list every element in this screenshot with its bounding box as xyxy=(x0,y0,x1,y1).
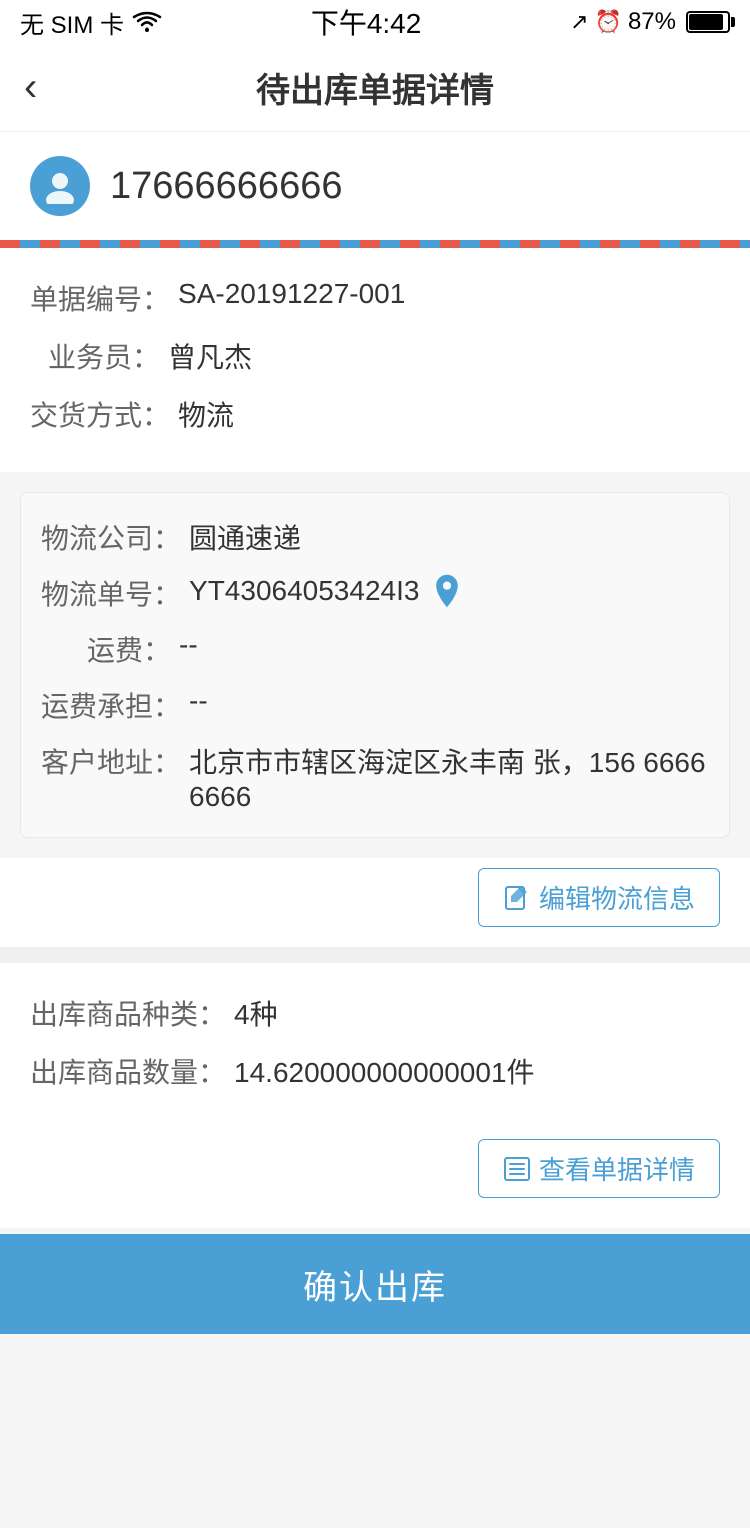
status-right: ↗ ⏰ 87% xyxy=(570,8,730,36)
freight-bearer-row: 运费承担： -- xyxy=(41,685,709,725)
freight-bearer-label: 运费承担： xyxy=(41,685,181,725)
edit-icon xyxy=(503,884,531,912)
tracking-number-label: 物流单号： xyxy=(41,573,181,613)
status-bar: 无 SIM 卡 下午4:42 ↗ ⏰ 87% xyxy=(0,0,750,44)
edit-logistics-button[interactable]: 编辑物流信息 xyxy=(478,868,720,927)
alarm-icon: ⏰ xyxy=(595,9,622,35)
freight-value: -- xyxy=(179,629,709,661)
page-title: 待出库单据详情 xyxy=(256,63,494,112)
address-value: 北京市市辖区海淀区永丰南 张，156 6666 6666 xyxy=(189,741,709,813)
list-icon xyxy=(503,1155,531,1183)
edit-logistics-area: 编辑物流信息 xyxy=(0,858,750,947)
delivery-label: 交货方式： xyxy=(30,394,170,434)
document-info-section: 单据编号： SA-20191227-001 业务员： 曾凡杰 交货方式： 物流 xyxy=(0,248,750,472)
goods-types-label: 出库商品种类： xyxy=(30,993,226,1033)
battery-icon xyxy=(686,11,730,33)
edit-logistics-label: 编辑物流信息 xyxy=(539,879,695,916)
goods-types-row: 出库商品种类： 4种 xyxy=(30,993,720,1033)
salesperson-value: 曾凡杰 xyxy=(168,336,720,376)
avatar xyxy=(30,156,90,216)
goods-types-value: 4种 xyxy=(234,993,720,1033)
freight-label: 运费： xyxy=(41,629,171,669)
location-arrow-icon: ↗ xyxy=(570,9,588,35)
status-left: 无 SIM 卡 xyxy=(20,5,162,40)
carrier-label: 无 SIM 卡 xyxy=(20,5,124,40)
battery-percent: 87% xyxy=(628,8,676,36)
goods-quantity-label: 出库商品数量： xyxy=(30,1051,226,1091)
salesperson-label: 业务员： xyxy=(30,336,160,376)
logistics-company-label: 物流公司： xyxy=(41,517,181,557)
delivery-method-row: 交货方式： 物流 xyxy=(30,394,720,434)
logistics-card: 物流公司： 圆通速递 物流单号： YT43064053424I3 运费： -- … xyxy=(20,492,730,838)
address-row: 客户地址： 北京市市辖区海淀区永丰南 张，156 6666 6666 xyxy=(41,741,709,813)
salesperson-row: 业务员： 曾凡杰 xyxy=(30,336,720,376)
tracking-number-value: YT43064053424I3 xyxy=(189,575,419,607)
view-detail-label: 查看单据详情 xyxy=(539,1150,695,1187)
doc-number-value: SA-20191227-001 xyxy=(178,278,720,310)
doc-number-label: 单据编号： xyxy=(30,278,170,318)
address-label: 客户地址： xyxy=(41,741,181,781)
section-divider xyxy=(0,947,750,963)
nav-bar: ‹ 待出库单据详情 xyxy=(0,44,750,132)
tracking-number-row: 物流单号： YT43064053424I3 xyxy=(41,573,709,613)
doc-number-row: 单据编号： SA-20191227-001 xyxy=(30,278,720,318)
location-pin-icon[interactable] xyxy=(429,573,465,609)
dashed-divider xyxy=(0,240,750,248)
confirm-button-bar[interactable]: 确认出库 xyxy=(0,1234,750,1334)
goods-quantity-row: 出库商品数量： 14.620000000000001件 xyxy=(30,1051,720,1091)
phone-card: 17666666666 xyxy=(0,132,750,240)
wifi-icon xyxy=(132,11,162,33)
logistics-company-row: 物流公司： 圆通速递 xyxy=(41,517,709,557)
phone-number: 17666666666 xyxy=(110,165,342,208)
back-button[interactable]: ‹ xyxy=(24,65,37,110)
view-detail-button[interactable]: 查看单据详情 xyxy=(478,1139,720,1198)
logistics-company-value: 圆通速递 xyxy=(189,517,709,557)
tracking-row-content: YT43064053424I3 xyxy=(189,573,465,609)
status-time: 下午4:42 xyxy=(311,2,422,42)
view-detail-area: 查看单据详情 xyxy=(0,1129,750,1228)
delivery-value: 物流 xyxy=(178,394,720,434)
goods-quantity-value: 14.620000000000001件 xyxy=(234,1051,720,1091)
freight-row: 运费： -- xyxy=(41,629,709,669)
confirm-button-label: 确认出库 xyxy=(303,1260,447,1309)
goods-section: 出库商品种类： 4种 出库商品数量： 14.620000000000001件 xyxy=(0,963,750,1129)
freight-bearer-value: -- xyxy=(189,685,709,717)
